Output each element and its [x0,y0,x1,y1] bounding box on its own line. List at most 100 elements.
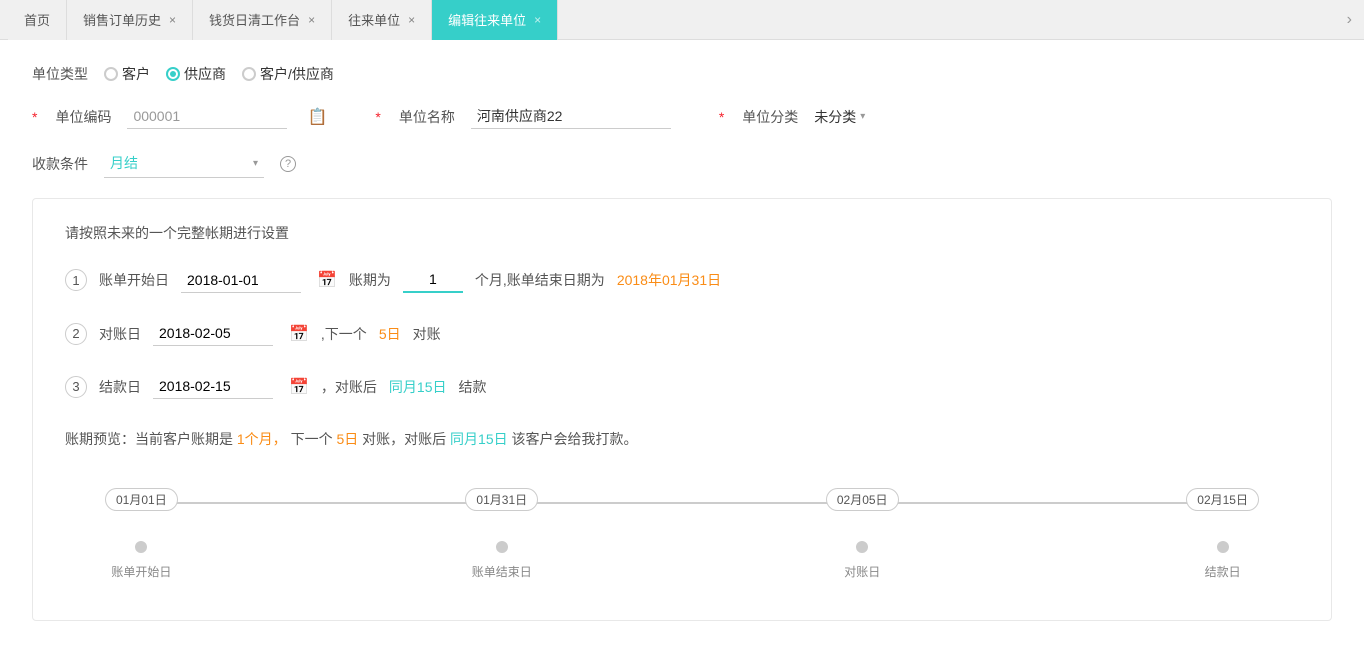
unit-type-radio-group: 客户 供应商 客户/供应商 [104,64,334,84]
tab-sales-history[interactable]: 销售订单历史 × [67,0,193,40]
timeline-label-3: 结款日 [1205,563,1241,580]
tab-sales-history-label: 销售订单历史 [83,10,161,29]
preview-suffix: 该客户会给我打款。 [512,431,638,447]
radio-supplier[interactable]: 供应商 [166,64,226,84]
name-input[interactable]: 河南供应商22 [471,104,671,129]
name-label: 单位名称 [399,107,455,127]
radio-customer-label: 客户 [122,64,150,84]
step-3-num: 3 [65,376,87,398]
radio-customer-circle [104,67,118,81]
code-name-category-row: * 单位编码 000001 📋 * 单位名称 河南供应商22 * 单位分类 未分… [32,104,1332,129]
step-2-desc-suffix: 对账 [413,324,441,344]
payment-select[interactable]: 月结 ▾ [104,149,264,178]
radio-both-label: 客户/供应商 [260,64,334,84]
step-3-row: 3 结款日 📅 ，对账后 同月15日 结款 [65,374,1299,399]
period-section: 请按照未来的一个完整帐期进行设置 1 账单开始日 📅 账期为 个月,账单结束日期… [32,198,1332,621]
step-1-calendar-icon[interactable]: 📅 [317,270,337,290]
tab-cash-workbench-label: 钱货日清工作台 [209,10,300,29]
tab-cash-workbench[interactable]: 钱货日清工作台 × [193,0,332,40]
step-1-period-input[interactable] [403,267,463,293]
radio-supplier-label: 供应商 [184,64,226,84]
step-3-calendar-icon[interactable]: 📅 [289,377,309,397]
radio-both-circle [242,67,256,81]
timeline-badge-3: 02月15日 [1186,488,1259,511]
step-3-desc-prefix: ，对账后 [321,377,377,397]
step-1-date-input[interactable] [181,268,301,293]
step-2-desc-prefix: ,下一个 [321,324,367,344]
timeline-node-1: 01月31日 账单结束日 [465,488,538,580]
timeline-nodes: 01月01日 账单开始日 01月31日 账单结束日 02月05日 对账日 02月… [105,488,1259,580]
tab-edit-partner-label: 编辑往来单位 [448,10,526,29]
preview-prefix: 账期预览：当前客户账期是 [65,431,233,447]
step-1-period-suffix: 个月,账单结束日期为 [475,270,605,290]
step-1-row: 1 账单开始日 📅 账期为 个月,账单结束日期为 2018年01月31日 [65,267,1299,293]
close-edit-partner-icon[interactable]: × [534,13,541,27]
category-label: 单位分类 [742,107,798,127]
payment-help-icon[interactable]: ? [280,156,296,172]
step-2-calendar-icon[interactable]: 📅 [289,324,309,344]
tab-home[interactable]: 首页 [8,0,67,40]
close-partner-icon[interactable]: × [408,13,415,27]
payment-row: 收款条件 月结 ▾ ? [32,149,1332,178]
category-chevron-icon: ▾ [860,111,865,122]
step-3-desc-suffix: 结款 [459,377,487,397]
radio-both[interactable]: 客户/供应商 [242,64,334,84]
tab-scroll-arrow[interactable]: › [1335,11,1364,29]
payment-label: 收款条件 [32,154,88,174]
radio-customer[interactable]: 客户 [104,64,150,84]
preview-highlight1: 1个月， [237,431,287,447]
preview-middle2: 对账，对账后 [362,431,446,447]
timeline-label-0: 账单开始日 [111,563,171,580]
timeline-dot-2 [856,541,868,553]
category-value: 未分类 [814,107,856,127]
section-title: 请按照未来的一个完整帐期进行设置 [65,223,1299,243]
code-label: 单位编码 [55,107,111,127]
timeline-label-1: 账单结束日 [472,563,532,580]
close-sales-history-icon[interactable]: × [169,13,176,27]
step-3-label: 结款日 [99,377,141,397]
tab-partner[interactable]: 往来单位 × [332,0,432,40]
timeline-node-0: 01月01日 账单开始日 [105,488,178,580]
timeline-dot-3 [1217,541,1229,553]
step-2-highlight: 5日 [379,324,401,344]
preview-text: 账期预览：当前客户账期是 1个月， 下一个 5日 对账，对账后 同月15日 该客… [65,427,1299,452]
step-2-row: 2 对账日 📅 ,下一个 5日 对账 [65,321,1299,346]
timeline-badge-2: 02月05日 [826,488,899,511]
payment-chevron-icon: ▾ [253,158,258,169]
timeline-node-2: 02月05日 对账日 [826,488,899,580]
category-select[interactable]: 未分类 ▾ [814,107,865,127]
step-3-date-input[interactable] [153,374,273,399]
close-cash-workbench-icon[interactable]: × [308,13,315,27]
preview-highlight3: 同月15日 [450,431,508,447]
name-star: * [375,109,380,125]
tabs-bar: 首页 销售订单历史 × 钱货日清工作台 × 往来单位 × 编辑往来单位 × › [0,0,1364,40]
code-calendar-icon[interactable]: 📋 [307,107,327,127]
timeline-label-2: 对账日 [844,563,880,580]
step-1-num: 1 [65,269,87,291]
preview-highlight2: 5日 [336,431,358,447]
step-1-period-end: 2018年01月31日 [617,270,721,290]
step-2-num: 2 [65,323,87,345]
timeline-node-3: 02月15日 结款日 [1186,488,1259,580]
unit-type-label: 单位类型 [32,64,88,84]
tab-partner-label: 往来单位 [348,10,400,29]
payment-value: 月结 [110,153,245,173]
step-3-highlight: 同月15日 [389,377,447,397]
timeline-badge-1: 01月31日 [465,488,538,511]
unit-type-row: 单位类型 客户 供应商 客户/供应商 [32,64,1332,84]
timeline: 01月01日 账单开始日 01月31日 账单结束日 02月05日 对账日 02月… [65,472,1299,596]
timeline-dot-1 [496,541,508,553]
step-1-label: 账单开始日 [99,270,169,290]
tab-edit-partner[interactable]: 编辑往来单位 × [432,0,558,40]
code-input[interactable]: 000001 [127,104,287,129]
step-2-label: 对账日 [99,324,141,344]
category-star: * [719,109,724,125]
main-content: 单位类型 客户 供应商 客户/供应商 * 单位编码 000001 📋 * 单位名… [0,40,1364,661]
timeline-dot-0 [135,541,147,553]
step-1-period-prefix: 账期为 [349,270,391,290]
tab-home-label: 首页 [24,10,50,29]
timeline-badge-0: 01月01日 [105,488,178,511]
radio-supplier-circle [166,67,180,81]
step-2-date-input[interactable] [153,321,273,346]
preview-middle: 下一个 [291,431,333,447]
